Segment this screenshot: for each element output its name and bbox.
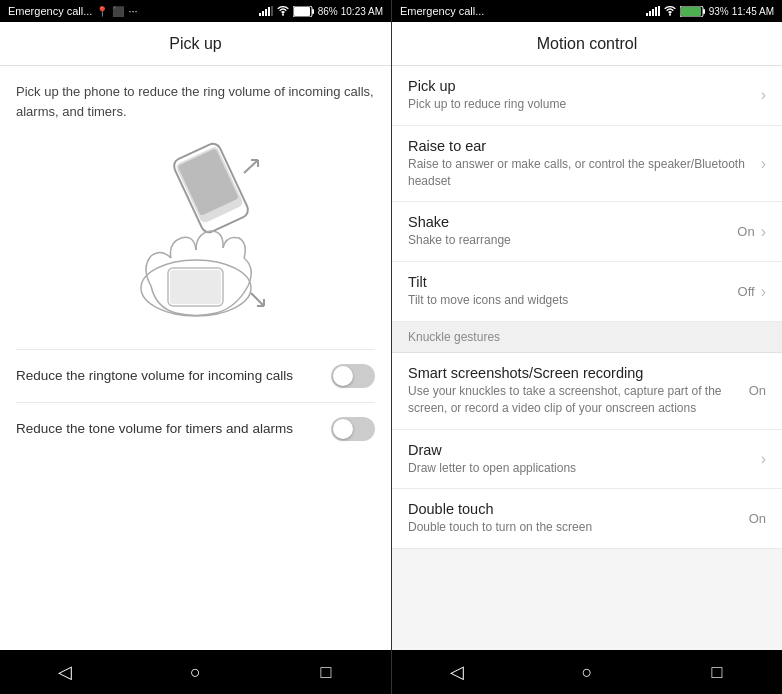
svg-point-20	[669, 14, 671, 16]
shake-chevron: ›	[761, 223, 766, 241]
menu-item-draw[interactable]: Draw Draw letter to open applications ›	[392, 430, 782, 490]
pickup-chevron: ›	[761, 86, 766, 104]
svg-rect-4	[271, 6, 273, 16]
left-title-bar: Pick up	[0, 22, 391, 66]
left-app-name: Emergency call...	[8, 5, 92, 17]
double-touch-title: Double touch	[408, 501, 741, 517]
right-status-left: Emergency call...	[400, 5, 484, 17]
svg-rect-18	[655, 7, 657, 16]
left-signal-icon	[259, 6, 273, 16]
draw-title: Draw	[408, 442, 753, 458]
shake-sub: Shake to rearrange	[408, 232, 729, 249]
right-back-button[interactable]: ◁	[427, 661, 487, 683]
raise-chevron: ›	[761, 155, 766, 173]
left-home-button[interactable]: ○	[165, 662, 225, 683]
right-wifi-icon	[663, 6, 677, 16]
right-status-bar: Emergency call... 93% 11:45	[392, 0, 782, 22]
shake-value: On	[737, 224, 754, 239]
right-status-right: 93% 11:45 AM	[646, 6, 774, 17]
svg-rect-1	[262, 11, 264, 16]
right-home-button[interactable]: ○	[557, 662, 617, 683]
menu-item-shake[interactable]: Shake Shake to rearrange On ›	[392, 202, 782, 262]
pickup-sub: Pick up to reduce ring volume	[408, 96, 753, 113]
left-battery-pct: 86%	[318, 6, 338, 17]
svg-rect-14	[170, 270, 221, 304]
menu-item-screenshot[interactable]: Smart screenshots/Screen recording Use y…	[392, 353, 782, 430]
right-time: 11:45 AM	[732, 6, 774, 17]
left-recent-button[interactable]: □	[296, 662, 356, 683]
svg-rect-19	[658, 6, 660, 16]
tilt-value: Off	[738, 284, 755, 299]
toggle-ringtone-label: Reduce the ringtone volume for incoming …	[16, 367, 331, 386]
double-touch-sub: Double touch to turn on the screen	[408, 519, 741, 536]
right-content: Pick up Pick up to reduce ring volume › …	[392, 66, 782, 650]
right-phone: Emergency call... 93% 11:45	[391, 0, 782, 694]
tilt-sub: Tilt to move icons and widgets	[408, 292, 730, 309]
left-dots-icon: ···	[128, 5, 137, 17]
toggle-timer[interactable]	[331, 417, 375, 441]
left-time: 10:23 AM	[341, 6, 383, 17]
menu-item-pickup[interactable]: Pick up Pick up to reduce ring volume ›	[392, 66, 782, 126]
svg-rect-22	[703, 9, 705, 14]
screenshot-value: On	[749, 383, 766, 398]
draw-chevron: ›	[761, 450, 766, 468]
raise-sub: Raise to answer or make calls, or contro…	[408, 156, 753, 190]
right-signal-icon	[646, 6, 660, 16]
pickup-description: Pick up the phone to reduce the ring vol…	[16, 82, 375, 121]
menu-item-double-touch[interactable]: Double touch Double touch to turn on the…	[392, 489, 782, 549]
menu-item-raise[interactable]: Raise to ear Raise to answer or make cal…	[392, 126, 782, 203]
hand-phone-svg	[96, 138, 296, 328]
left-status-right: 86% 10:23 AM	[259, 6, 383, 17]
svg-rect-23	[681, 7, 701, 16]
left-content: Pick up the phone to reduce the ring vol…	[0, 66, 391, 650]
svg-point-5	[282, 14, 284, 16]
right-nav-bar: ◁ ○ □	[392, 650, 782, 694]
screenshot-sub: Use your knuckles to take a screenshot, …	[408, 383, 741, 417]
toggle-timer-label: Reduce the tone volume for timers and al…	[16, 420, 331, 439]
svg-rect-17	[652, 9, 654, 16]
svg-rect-3	[268, 7, 270, 16]
svg-rect-8	[294, 7, 310, 16]
svg-rect-2	[265, 9, 267, 16]
pickup-title: Pick up	[408, 78, 753, 94]
left-location-icon: 📍	[96, 6, 108, 17]
right-title: Motion control	[537, 35, 638, 53]
left-phone: Emergency call... 📍 ⬛ ···	[0, 0, 391, 694]
svg-rect-16	[649, 11, 651, 16]
tilt-title: Tilt	[408, 274, 730, 290]
toggle-ringtone[interactable]	[331, 364, 375, 388]
right-title-bar: Motion control	[392, 22, 782, 66]
left-title: Pick up	[169, 35, 221, 53]
left-status-bar: Emergency call... 📍 ⬛ ···	[0, 0, 391, 22]
left-notification-icon: ⬛	[112, 6, 124, 17]
pickup-illustration	[16, 133, 375, 333]
svg-rect-7	[312, 9, 314, 14]
screenshot-title: Smart screenshots/Screen recording	[408, 365, 741, 381]
toggle-row-ringtone: Reduce the ringtone volume for incoming …	[16, 349, 375, 402]
svg-rect-0	[259, 13, 261, 16]
section-knuckle: Knuckle gestures	[392, 322, 782, 353]
right-app-name: Emergency call...	[400, 5, 484, 17]
right-battery-pct: 93%	[709, 6, 729, 17]
shake-title: Shake	[408, 214, 729, 230]
right-battery-icon	[680, 6, 706, 17]
left-wifi-icon	[276, 6, 290, 16]
right-recent-button[interactable]: □	[687, 662, 747, 683]
double-touch-value: On	[749, 511, 766, 526]
raise-title: Raise to ear	[408, 138, 753, 154]
toggle-row-timer: Reduce the tone volume for timers and al…	[16, 402, 375, 455]
left-battery-icon	[293, 6, 315, 17]
draw-sub: Draw letter to open applications	[408, 460, 753, 477]
left-back-button[interactable]: ◁	[35, 661, 95, 683]
left-status-left: Emergency call... 📍 ⬛ ···	[8, 5, 138, 17]
menu-item-tilt[interactable]: Tilt Tilt to move icons and widgets Off …	[392, 262, 782, 322]
svg-rect-15	[646, 13, 648, 16]
tilt-chevron: ›	[761, 283, 766, 301]
left-nav-bar: ◁ ○ □	[0, 650, 391, 694]
